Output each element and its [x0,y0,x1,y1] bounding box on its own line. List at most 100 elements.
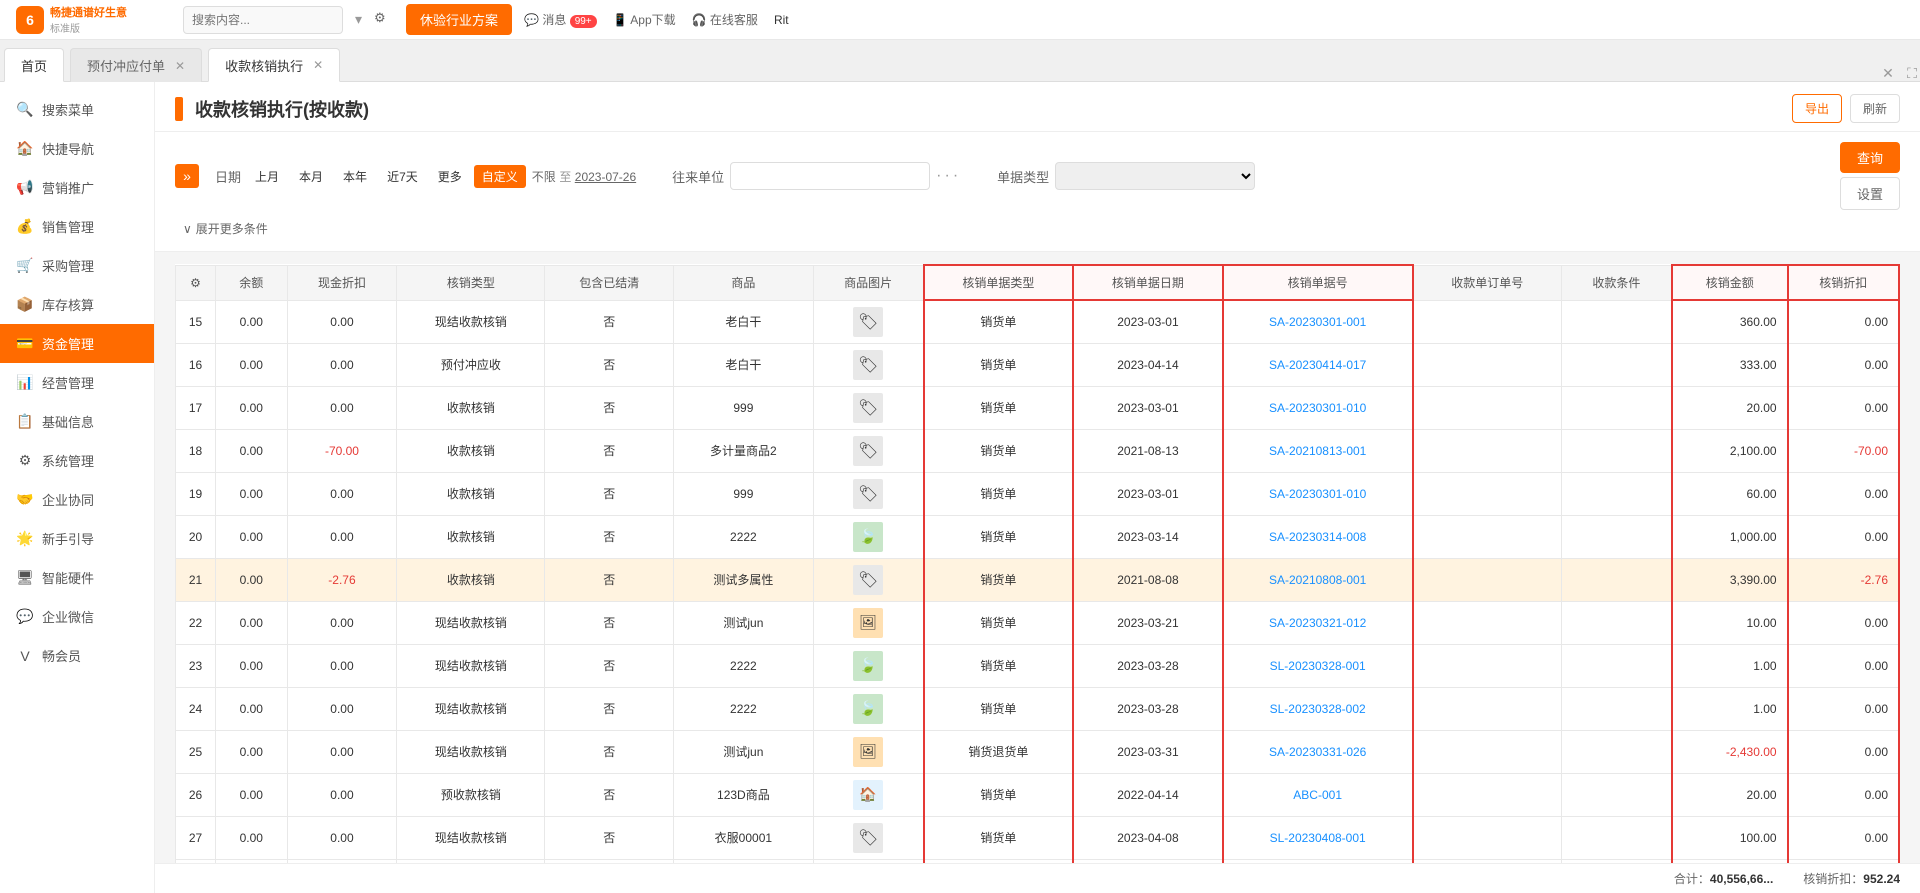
cell-cancel-bill-no[interactable]: SA-20230301-001 [1223,300,1413,343]
bill-no-link[interactable]: SA-20210808-001 [1269,573,1366,587]
cell-cancel-bill-no[interactable]: SL-20230408-001 [1223,816,1413,859]
bill-no-link[interactable]: SA-20210813-001 [1269,444,1366,458]
cell-cancel-type: 收款核销 [397,386,545,429]
dropdown-icon[interactable]: ▾ [355,11,362,28]
cell-balance: 0.00 [216,472,288,515]
date-btn-last-month[interactable]: 上月 [247,165,287,188]
sidebar-item-wechat[interactable]: 💬 企业微信 [0,597,154,636]
sidebar-item-search[interactable]: 🔍 搜索菜单 [0,90,154,129]
bill-no-link[interactable]: SL-20230328-002 [1270,702,1366,716]
cell-cancel-bill-no[interactable]: SA-20230314-008 [1223,515,1413,558]
cell-no: 15 [176,300,216,343]
date-btn-this-year[interactable]: 本年 [335,165,375,188]
cell-balance: 0.00 [216,300,288,343]
export-btn[interactable]: 导出 [1792,94,1842,123]
bill-no-link[interactable]: SA-20230321-012 [1269,616,1366,630]
expand-more-btn[interactable]: ∨ 展开更多条件 [175,216,1900,241]
cell-cancel-discount: -2.76 [1788,558,1899,601]
date-btn-7days[interactable]: 近7天 [379,165,426,188]
cell-cancel-bill-no[interactable]: SA-20230321-012 [1223,601,1413,644]
cell-cancel-bill-no[interactable]: SL-20230328-001 [1223,644,1413,687]
settings-icon[interactable]: ⚙ [374,10,394,30]
table-row: 21 0.00 -2.76 收款核销 否 测试多属性 🏷 销货单 2021-08… [176,558,1900,601]
sidebar-item-nav[interactable]: 🏠 快捷导航 [0,129,154,168]
cell-receipt-order-no [1413,429,1562,472]
sidebar-item-guide[interactable]: 🌟 新手引导 [0,519,154,558]
tab-prepay-close[interactable]: ✕ [175,59,185,73]
cell-cancel-amount: 60.00 [1672,472,1788,515]
query-btn[interactable]: 查询 [1840,142,1900,173]
expand-row: ∨ 展开更多条件 [175,216,1900,241]
cell-balance: 0.00 [216,816,288,859]
window-close-btn[interactable]: ✕ [1880,65,1896,81]
sidebar-item-inventory[interactable]: 📦 库存核算 [0,285,154,324]
bill-no-link[interactable]: SA-20230331-026 [1269,745,1366,759]
bill-no-link[interactable]: SA-20230314-008 [1269,530,1366,544]
industry-btn[interactable]: 休验行业方案 [406,4,512,35]
refresh-btn[interactable]: 刷新 [1850,94,1900,123]
search-input[interactable] [183,6,343,34]
cell-cancel-bill-no[interactable]: SA-20210808-001 [1223,558,1413,601]
online-service-btn[interactable]: 🎧 在线客服 [692,11,758,28]
cell-cancel-bill-no[interactable]: SA-20210813-001 [1223,429,1413,472]
tab-home[interactable]: 首页 [4,48,64,82]
bill-no-link[interactable]: SL-20230328-001 [1270,659,1366,673]
date-btn-custom[interactable]: 自定义 [474,165,526,188]
cell-balance: 0.00 [216,644,288,687]
cell-cancel-amount: 20.00 [1672,386,1788,429]
cell-cancel-bill-date: 2023-03-28 [1073,644,1223,687]
cell-cancel-bill-no[interactable]: SA-20230301-010 [1223,472,1413,515]
th-receipt-order-no: 收款单订单号 [1413,265,1562,300]
filter-area: » 日期 上月 本月 本年 近7天 更多 自定义 不限 至 [155,132,1920,252]
cell-product: 999 [674,386,813,429]
sidebar-item-purchase[interactable]: 🛒 采购管理 [0,246,154,285]
cell-payment-terms [1561,773,1672,816]
bill-type-select[interactable] [1055,162,1255,190]
header-actions: 导出 刷新 [1792,94,1900,123]
cell-cancel-discount: 0.00 [1788,773,1899,816]
basic-icon: 📋 [16,413,34,431]
partner-input[interactable] [730,162,930,190]
table-footer: 合计：40,556,66... 核销折扣：952.24 [155,863,1920,893]
sidebar-item-marketing[interactable]: 📢 营销推广 [0,168,154,207]
enterprise-icon: 🤝 [16,491,34,509]
sidebar-item-sales[interactable]: 💰 销售管理 [0,207,154,246]
tab-collection-close[interactable]: ✕ [313,58,323,72]
sidebar-item-finance[interactable]: 💳 资金管理 [0,324,154,363]
date-btn-more[interactable]: 更多 [430,165,470,188]
bill-no-link[interactable]: SL-20230408-001 [1270,831,1366,845]
date-quick-btns: 上月 本月 本年 近7天 更多 自定义 [247,165,526,188]
sidebar-item-member[interactable]: V 畅会员 [0,636,154,675]
th-include-settled: 包含已结清 [545,265,674,300]
cell-cancel-bill-no[interactable]: SA-20230301-010 [1223,386,1413,429]
message-btn[interactable]: 💬 消息 99+ [524,11,597,28]
bill-no-link[interactable]: ABC-001 [1293,788,1342,802]
filter-collapse-btn[interactable]: » [175,164,199,188]
sidebar-item-basic[interactable]: 📋 基础信息 [0,402,154,441]
th-settings[interactable]: ⚙ [176,265,216,300]
tab-prepay[interactable]: 预付冲应付单 ✕ [70,48,202,82]
setting-btn[interactable]: 设置 [1840,177,1900,210]
cell-product-img: 🖼 [813,601,924,644]
bill-no-link[interactable]: SA-20230301-010 [1269,401,1366,415]
cell-no: 24 [176,687,216,730]
bill-no-link[interactable]: SA-20230301-010 [1269,487,1366,501]
bill-no-link[interactable]: SA-20230414-017 [1269,358,1366,372]
cell-cancel-bill-no[interactable]: SA-20230414-017 [1223,343,1413,386]
th-cancel-discount: 核销折扣 [1788,265,1899,300]
cell-cancel-bill-no[interactable]: ABC-001 [1223,773,1413,816]
date-btn-this-month[interactable]: 本月 [291,165,331,188]
window-maximize-btn[interactable]: ⛶ [1904,65,1920,81]
sidebar-item-hardware[interactable]: 🖥 智能硬件 [0,558,154,597]
tab-collection[interactable]: 收款核销执行 ✕ [208,48,340,82]
cell-cancel-bill-date: 2023-04-14 [1073,343,1223,386]
cell-cancel-discount: 0.00 [1788,343,1899,386]
bill-no-link[interactable]: SA-20230301-001 [1269,315,1366,329]
cell-cancel-bill-no[interactable]: SA-20230331-026 [1223,730,1413,773]
sidebar-item-enterprise[interactable]: 🤝 企业协同 [0,480,154,519]
sidebar-item-operations[interactable]: 📊 经营管理 [0,363,154,402]
wechat-icon: 💬 [16,608,34,626]
sidebar-item-system[interactable]: ⚙ 系统管理 [0,441,154,480]
cell-cancel-bill-no[interactable]: SL-20230328-002 [1223,687,1413,730]
app-download-btn[interactable]: 📱 App下载 [613,11,676,28]
